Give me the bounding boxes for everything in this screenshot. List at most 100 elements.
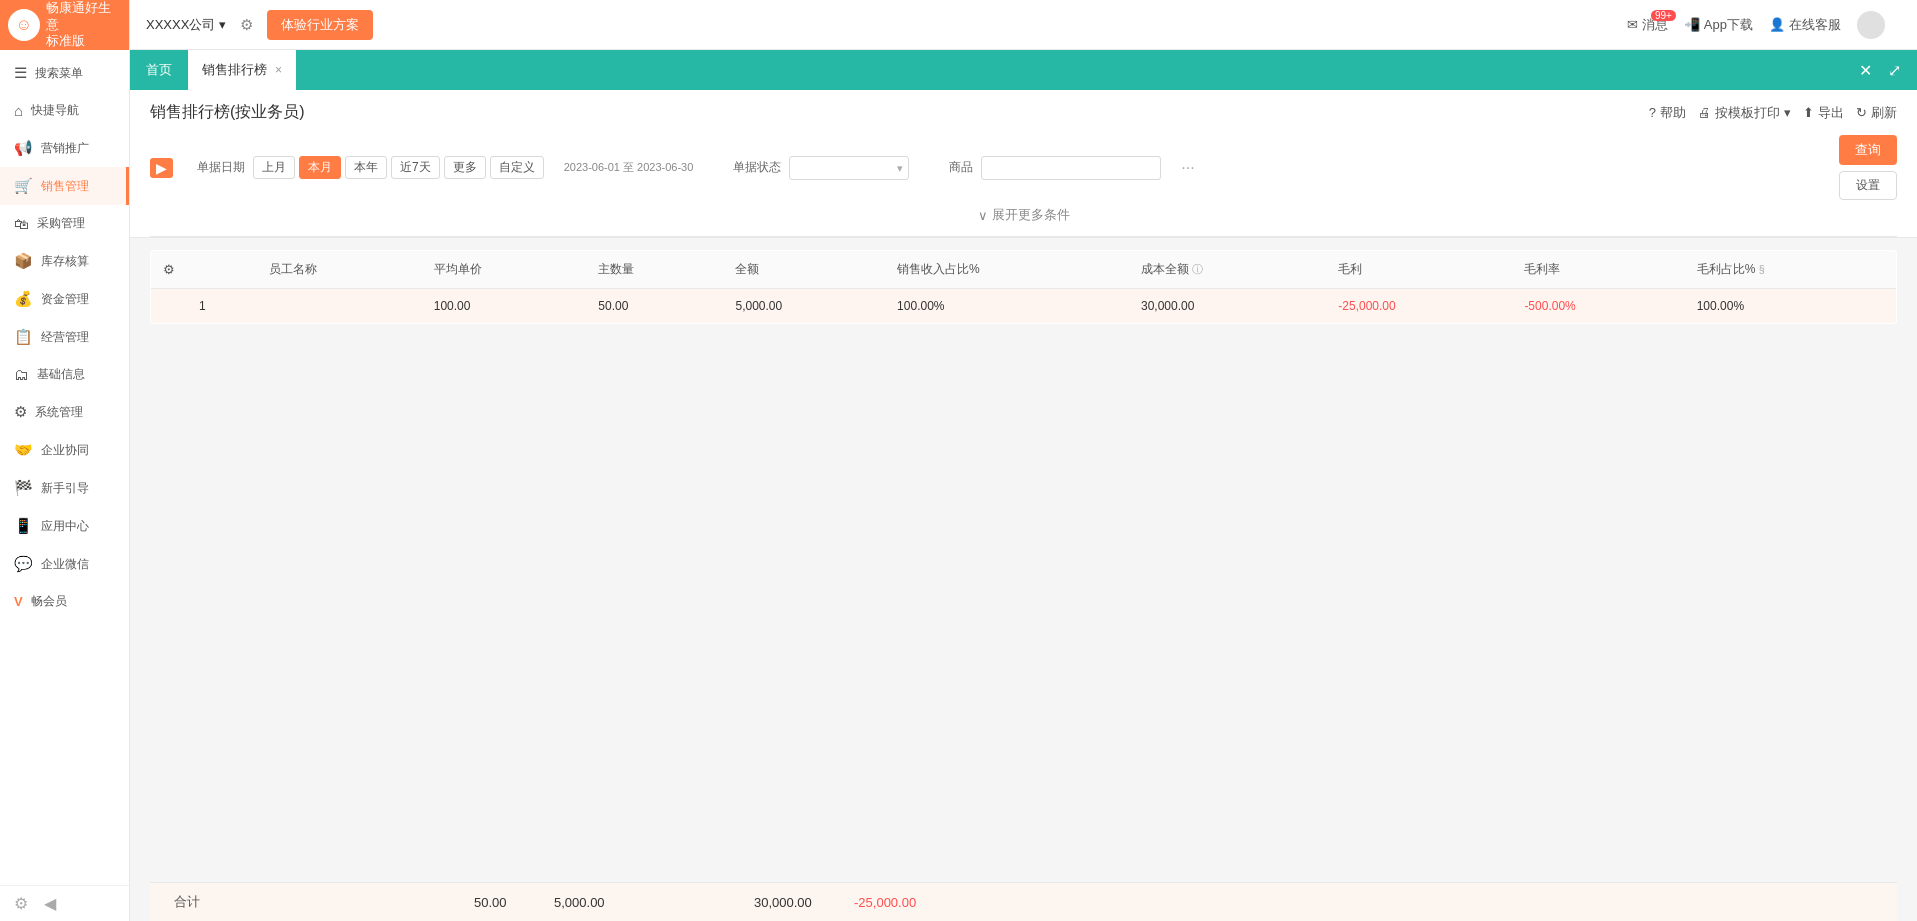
query-button[interactable]: 查询	[1839, 135, 1897, 165]
company-name: XXXXX公司	[146, 16, 215, 34]
topbar-right: ✉ 消息 99+ 📲 App下载 👤 在线客服	[1627, 11, 1901, 39]
goods-input[interactable]	[981, 156, 1161, 180]
sidebar-item-operations[interactable]: 📋 经营管理	[0, 318, 129, 356]
marketing-icon: 📢	[14, 139, 33, 157]
date-btn-7days[interactable]: 近7天	[391, 156, 440, 179]
tab-sales-ranking[interactable]: 销售排行榜 ×	[188, 50, 296, 90]
date-filter-buttons: 上月 本月 本年 近7天 更多 自定义	[253, 156, 544, 179]
sidebar-item-purchase[interactable]: 🛍 采购管理	[0, 205, 129, 242]
date-btn-this-month[interactable]: 本月	[299, 156, 341, 179]
tab-close-icon[interactable]: ×	[275, 63, 282, 77]
sidebar-item-search-order[interactable]: ☰ 搜索菜单	[0, 54, 129, 92]
app-download-btn[interactable]: 📲 App下载	[1684, 16, 1753, 34]
col-header-gross-profit: 毛利	[1326, 251, 1512, 289]
row-rank: 1	[187, 289, 257, 324]
template-print-button[interactable]: 🖨 按模板打印 ▾	[1698, 104, 1791, 122]
tab-expand-icon[interactable]: ⤢	[1884, 57, 1905, 84]
settings-col-icon: ⚙	[163, 262, 175, 277]
sidebar-item-basic-info[interactable]: 🗂 基础信息	[0, 356, 129, 393]
cost-amount-help-icon: ⓘ	[1192, 263, 1203, 275]
table-header-row: ⚙ 员工名称 平均单价 主数量 全额 销售收入占比% 成本全额 ⓘ 毛利 毛利率	[151, 251, 1897, 289]
finance-icon: 💰	[14, 290, 33, 308]
sidebar-bottom: ⚙ ◀	[0, 885, 129, 921]
filter-expand-arrow[interactable]: ▶	[150, 158, 173, 178]
page-title: 销售排行榜(按业务员)	[150, 102, 305, 123]
help-icon: ?	[1649, 105, 1656, 120]
col-header-cost-amount: 成本全额 ⓘ	[1129, 251, 1326, 289]
sidebar-settings-icon[interactable]: ⚙	[14, 894, 28, 913]
avatar[interactable]	[1857, 11, 1885, 39]
sidebar-item-sales[interactable]: 🛒 销售管理	[0, 167, 129, 205]
row-cost-amount: 30,000.00	[1129, 289, 1326, 324]
message-btn[interactable]: ✉ 消息 99+	[1627, 16, 1668, 34]
inventory-icon: 📦	[14, 252, 33, 270]
row-employee	[257, 289, 422, 324]
row-main-qty: 50.00	[586, 289, 723, 324]
sidebar: ☺ 畅康通好生意 标准版 ☰ 搜索菜单 ⌂ 快捷导航 📢 营销推广 🛒 销售管理…	[0, 0, 130, 921]
sidebar-collapse-icon[interactable]: ◀	[44, 894, 56, 913]
quick-nav-icon: ⌂	[14, 102, 23, 119]
date-filter-label: 单据日期	[197, 159, 245, 176]
expand-more-button[interactable]: ∨ 展开更多条件	[978, 206, 1070, 224]
print-icon: 🖨	[1698, 105, 1711, 120]
help-button[interactable]: ? 帮助	[1649, 104, 1686, 122]
tab-home[interactable]: 首页	[130, 50, 188, 90]
col-header-sales-pct: 销售收入占比%	[885, 251, 1129, 289]
table-footer: 合计 50.00 5,000.00 30,000.00 -25,000.00	[150, 882, 1897, 921]
col-header-settings[interactable]: ⚙	[151, 251, 188, 289]
sidebar-item-member[interactable]: V 畅会员	[0, 583, 129, 620]
footer-cost-amount: 30,000.00	[742, 895, 842, 910]
search-order-icon: ☰	[14, 64, 27, 82]
date-btn-custom[interactable]: 自定义	[490, 156, 544, 179]
wechat-icon: 💬	[14, 555, 33, 573]
sidebar-item-inventory[interactable]: 📦 库存核算	[0, 242, 129, 280]
more-filters-dots[interactable]: ···	[1181, 159, 1194, 177]
settings-button[interactable]: 设置	[1839, 171, 1897, 200]
date-btn-more[interactable]: 更多	[444, 156, 486, 179]
col-header-gross-rate: 毛利率	[1512, 251, 1684, 289]
basic-info-icon: 🗂	[14, 366, 29, 383]
status-select[interactable]	[789, 156, 909, 180]
topbar: XXXXX公司 ▾ ⚙ 体验行业方案 ✉ 消息 99+ 📲 App下载 👤 在线…	[130, 0, 1917, 50]
row-sales-pct: 100.00%	[885, 289, 1129, 324]
message-icon: ✉	[1627, 17, 1638, 32]
sidebar-item-system[interactable]: ⚙ 系统管理	[0, 393, 129, 431]
export-button[interactable]: ⬆ 导出	[1803, 104, 1844, 122]
expand-more-icon: ∨	[978, 208, 988, 223]
sales-icon: 🛒	[14, 177, 33, 195]
sidebar-item-enterprise-collab[interactable]: 🤝 企业协同	[0, 431, 129, 469]
sidebar-item-newbie[interactable]: 🏁 新手引导	[0, 469, 129, 507]
footer-gross-profit: -25,000.00	[842, 895, 928, 910]
col-header-main-qty: 主数量	[586, 251, 723, 289]
sidebar-item-marketing[interactable]: 📢 营销推广	[0, 129, 129, 167]
page-content: 销售排行榜(按业务员) ? 帮助 🖨 按模板打印 ▾ ⬆ 导出	[130, 90, 1917, 921]
table-row: 1 100.00 50.00 5,000.00 100.00% 30,000.0…	[151, 289, 1897, 324]
sidebar-item-finance[interactable]: 💰 资金管理	[0, 280, 129, 318]
trial-button[interactable]: 体验行业方案	[267, 10, 373, 40]
status-filter-label: 单据状态	[733, 159, 781, 176]
sidebar-item-quick-nav[interactable]: ⌂ 快捷导航	[0, 92, 129, 129]
tabbar-actions: ✕ ⤢	[1855, 57, 1917, 84]
filter-row-1: ▶ 单据日期 上月 本月 本年 近7天 更多 自定义	[150, 135, 1897, 200]
refresh-button[interactable]: ↻ 刷新	[1856, 104, 1897, 122]
export-icon: ⬆	[1803, 105, 1814, 120]
col-header-amount: 全额	[723, 251, 885, 289]
filter-date-item: 单据日期 上月 本月 本年 近7天 更多 自定义	[197, 156, 544, 179]
gross-pct-help-icon: §	[1759, 263, 1765, 275]
member-icon: V	[14, 594, 23, 609]
tab-close-window-icon[interactable]: ✕	[1855, 57, 1876, 84]
sidebar-item-wechat[interactable]: 💬 企业微信	[0, 545, 129, 583]
sidebar-nav: ☰ 搜索菜单 ⌂ 快捷导航 📢 营销推广 🛒 销售管理 🛍 采购管理 📦 库存核…	[0, 50, 129, 885]
row-gross-rate: -500.00%	[1512, 289, 1684, 324]
date-btn-this-year[interactable]: 本年	[345, 156, 387, 179]
col-header-gross-pct: 毛利占比% §	[1685, 251, 1897, 289]
logo-icon: ☺	[8, 9, 40, 41]
collab-icon: 🤝	[14, 441, 33, 459]
system-icon: ⚙	[14, 403, 27, 421]
company-selector[interactable]: XXXXX公司 ▾	[146, 16, 226, 34]
settings-gear-icon[interactable]: ⚙	[236, 12, 257, 38]
date-btn-last-month[interactable]: 上月	[253, 156, 295, 179]
sidebar-item-app-center[interactable]: 📱 应用中心	[0, 507, 129, 545]
online-service-btn[interactable]: 👤 在线客服	[1769, 16, 1841, 34]
table-body: 1 100.00 50.00 5,000.00 100.00% 30,000.0…	[151, 289, 1897, 324]
